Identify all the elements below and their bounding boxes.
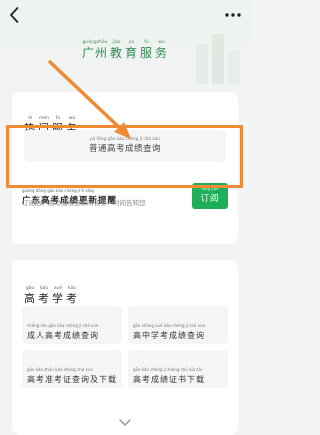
title-char: fú 服 xyxy=(140,40,153,60)
top-nav xyxy=(0,0,250,30)
item-label: 成人高考成绩查询 xyxy=(27,331,99,340)
admission-ticket-query[interactable]: gāo kǎo zhǔn kǎo zhèng chá xún 高考准考证查询及下… xyxy=(22,350,122,388)
gaokao-title-char: gāo 高 xyxy=(24,286,36,306)
gaokao-title-char: kǎo 考 xyxy=(66,286,78,306)
back-chevron-icon[interactable] xyxy=(7,6,23,24)
more-dots-icon[interactable] xyxy=(222,6,244,24)
gaokao-title-hanzi: 考 xyxy=(38,292,50,305)
item-label: 高中学考成绩查询 xyxy=(133,331,205,340)
gaokao-score-query-button[interactable]: pǔ tōng gāo kǎo chéng jì chá xún 普通高考成绩查… xyxy=(24,130,226,162)
gaokao-title-char: kǎo 考 xyxy=(38,286,50,306)
subscribe-label: 订阅 xyxy=(200,194,220,204)
chevron-down-icon[interactable] xyxy=(115,416,135,430)
title-hanzi: 育 xyxy=(124,46,138,60)
title-hanzi: 服 xyxy=(140,46,154,60)
gaokao-title-hanzi: 考 xyxy=(66,292,78,305)
title-char: yù 育 xyxy=(125,40,138,60)
reminder-description: 订阅后，高考成绩更新时将第一时间告知您 xyxy=(22,199,146,207)
adult-exam-score-query[interactable]: chéng rén gāo kǎo chéng jì chá xún 成人高考成… xyxy=(22,306,122,344)
gaokao-title: gāo 高 kǎo 考 xué 学 kǎo 考 xyxy=(24,274,78,306)
item-label: 高考成绩证书下载 xyxy=(133,375,205,384)
title-hanzi: 广州 xyxy=(81,46,108,60)
page-title: guǎngzhōu 广州 jiào 教 yù 育 fú 服 wù 务 xyxy=(0,28,250,60)
title-char: wù 务 xyxy=(155,40,168,60)
title-hanzi: 教 xyxy=(109,46,123,60)
title-char: guǎngzhōu 广州 xyxy=(82,40,108,60)
gaokao-title-char: xué 学 xyxy=(52,286,64,306)
title-char: jiào 教 xyxy=(110,40,123,60)
high-school-exam-score-query[interactable]: gāo zhōng xué kǎo chéng jì chá xún 高中学考成… xyxy=(128,306,228,344)
gaokao-title-hanzi: 高 xyxy=(24,292,36,305)
gaokao-card: gāo 高 kǎo 考 xué 学 kǎo 考 chéng rén gāo kǎo chéng… xyxy=(12,260,238,435)
score-reminder-row: guǎng dōng gāo kǎo chéng jì tí xǐng 广东高考… xyxy=(22,177,228,217)
score-certificate-download[interactable]: gāo kǎo chéng jì zhèng shū xià zài 高考成绩证… xyxy=(128,350,228,388)
page: guǎngzhōu 广州 jiào 教 yù 育 fú 服 wù 务 rè 热 mén 门 fú 服 wù 务 … xyxy=(0,0,250,435)
subscribe-button[interactable]: dìng yuè 订阅 xyxy=(192,183,228,209)
service-label: 普通高考成绩查询 xyxy=(88,144,161,154)
gaokao-title-hanzi: 学 xyxy=(52,292,64,305)
title-hanzi: 务 xyxy=(155,46,169,60)
item-label: 高考准考证查询及下载 xyxy=(27,375,117,384)
hot-services-card: rè 热 mén 门 fú 服 wù 务 pǔ tōng gāo kǎo chéng jì c… xyxy=(12,92,238,244)
